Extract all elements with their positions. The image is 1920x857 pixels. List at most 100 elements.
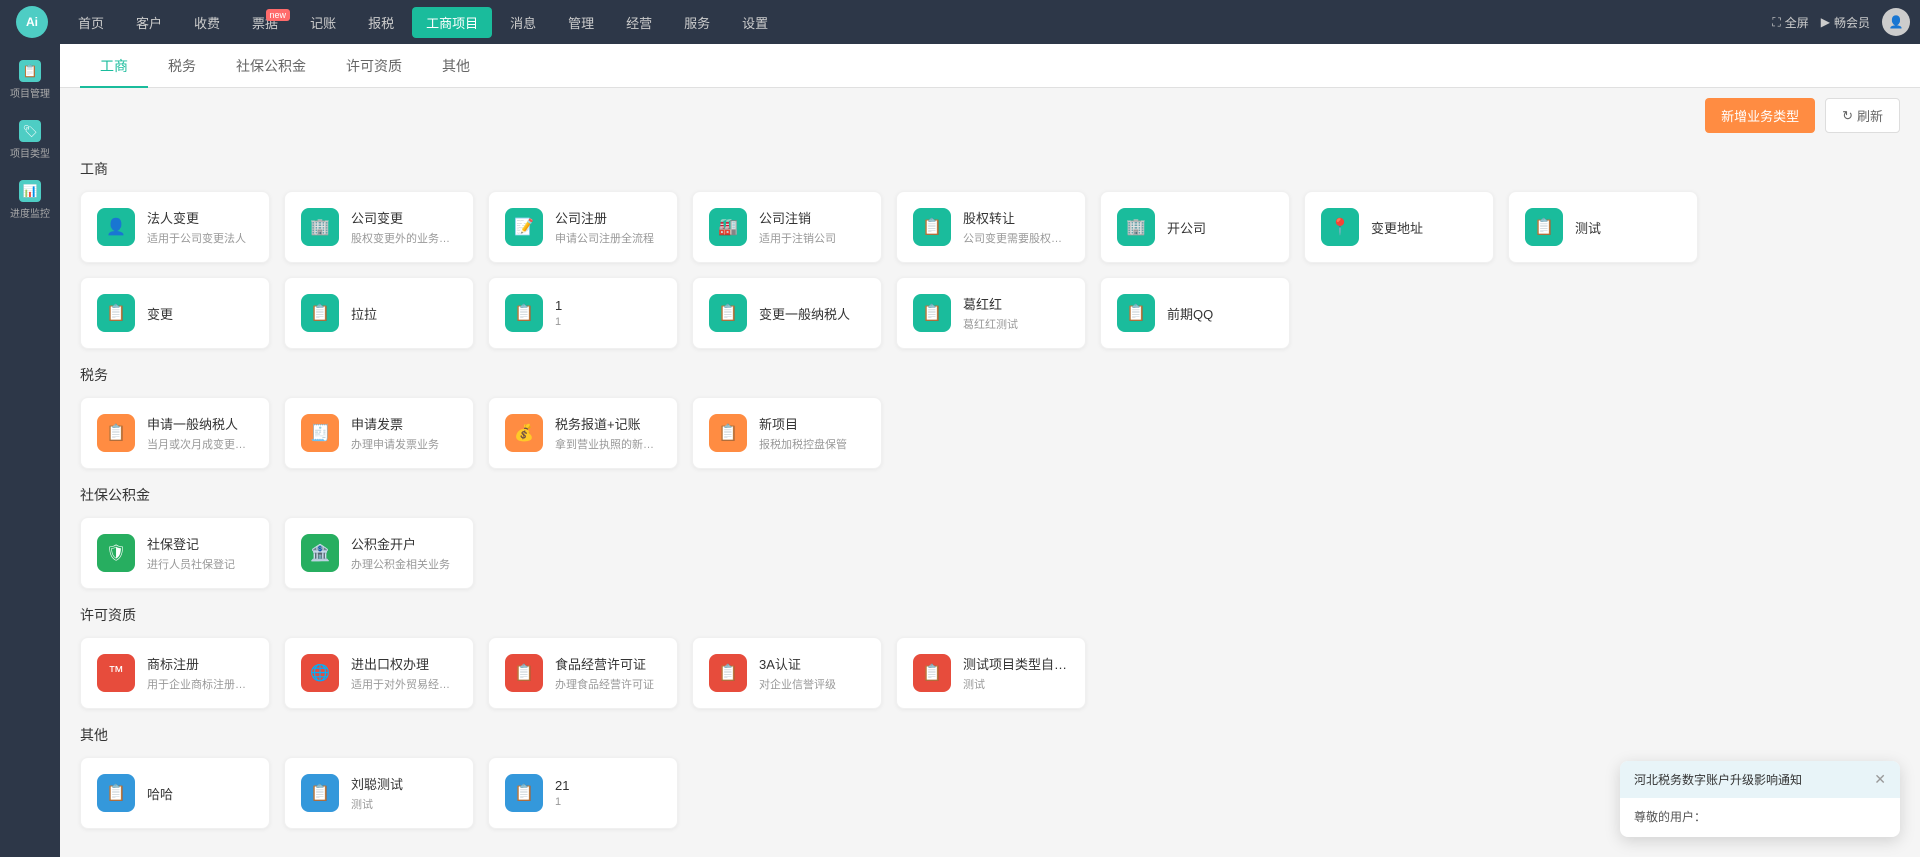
tab-税务[interactable]: 税务 — [148, 46, 216, 88]
notif-title: 河北税务数字账户升级影响通知 — [1634, 771, 1802, 788]
service-card[interactable]: 💰 税务报道+记账拿到营业执照的新公司 — [488, 397, 678, 469]
nav-item-报税[interactable]: 报税 — [354, 7, 408, 38]
refresh-button[interactable]: ↻ 刷新 — [1825, 98, 1900, 133]
card-text: 变更一般纳税人 — [759, 304, 865, 323]
tab-bar: 工商税务社保公积金许可资质其他 — [60, 44, 1920, 88]
service-card[interactable]: 🧾申请发票办理申请发票业务 — [284, 397, 474, 469]
nav-item-票据[interactable]: 票据new — [238, 7, 292, 38]
card-text: 变更地址 — [1371, 218, 1477, 237]
service-card[interactable]: 🏦公积金开户办理公积金相关业务 — [284, 517, 474, 589]
service-card[interactable]: 🏭公司注销适用于注销公司 — [692, 191, 882, 263]
section-title-其他: 其他 — [80, 725, 1900, 745]
service-card[interactable]: 📋哈哈 — [80, 757, 270, 829]
card-text: 法人变更适用于公司变更法人 — [147, 208, 253, 246]
service-card[interactable]: 📋3A认证对企业信誉评级 — [692, 637, 882, 709]
service-card[interactable]: 🏢开公司 — [1100, 191, 1290, 263]
card-title: 21 — [555, 778, 661, 793]
nav-item-首页[interactable]: 首页 — [64, 7, 118, 38]
nav-item-记账[interactable]: 记账 — [296, 7, 350, 38]
card-desc: 办理公积金相关业务 — [351, 556, 457, 572]
service-card[interactable]: 📋测试项目类型自定义测试 — [896, 637, 1086, 709]
service-card[interactable]: 📋变更一般纳税人 — [692, 277, 882, 349]
card-title: 公司注册 — [555, 208, 661, 227]
section-title-社保公积金: 社保公积金 — [80, 485, 1900, 505]
card-text: 3A认证对企业信誉评级 — [759, 654, 865, 692]
sidebar-icon: 🏷 — [19, 120, 41, 142]
service-card[interactable]: 📋申请一般纳税人当月或次月成变更完成 — [80, 397, 270, 469]
card-text: 股权转让公司变更需要股权转让 — [963, 208, 1069, 246]
tab-许可资质[interactable]: 许可资质 — [326, 46, 422, 88]
service-card[interactable]: 📋新项目报税加税控盘保管 — [692, 397, 882, 469]
tab-社保公积金[interactable]: 社保公积金 — [216, 46, 326, 88]
card-text: 社保登记进行人员社保登记 — [147, 534, 253, 572]
top-nav: Ai 首页客户收费票据new记账报税工商项目消息管理经营服务设置 ⛶ 全屏 ▶ … — [0, 0, 1920, 44]
service-card[interactable]: 📝公司注册申请公司注册全流程 — [488, 191, 678, 263]
fullscreen-btn[interactable]: ⛶ 全屏 — [1772, 14, 1808, 31]
sidebar-item-项目管理[interactable]: 📋项目管理 — [4, 54, 56, 106]
service-card[interactable]: 📋变更 — [80, 277, 270, 349]
nav-item-消息[interactable]: 消息 — [496, 7, 550, 38]
card-icon: 📋 — [97, 774, 135, 812]
card-icon: 🛡 — [97, 534, 135, 572]
card-text: 公积金开户办理公积金相关业务 — [351, 534, 457, 572]
content-area: 工商👤法人变更适用于公司变更法人🏢公司变更股权变更外的业务变更📝公司注册申请公司… — [60, 159, 1920, 849]
fullscreen-icon: ⛶ — [1772, 15, 1780, 30]
service-card[interactable]: 🏢公司变更股权变更外的业务变更 — [284, 191, 474, 263]
new-type-button[interactable]: 新增业务类型 — [1705, 98, 1815, 133]
card-text: 刘聪测试测试 — [351, 774, 457, 812]
nav-item-客户[interactable]: 客户 — [122, 7, 176, 38]
service-card[interactable]: ™商标注册用于企业商标注册服务 — [80, 637, 270, 709]
card-desc: 办理食品经营许可证 — [555, 676, 661, 692]
refresh-icon: ↻ — [1842, 108, 1853, 124]
nav-item-工商项目[interactable]: 工商项目 — [412, 7, 492, 38]
service-card[interactable]: 📋 测试 — [1508, 191, 1698, 263]
service-card[interactable]: 📋11 — [488, 277, 678, 349]
service-card[interactable]: 📋前期QQ — [1100, 277, 1290, 349]
nav-item-管理[interactable]: 管理 — [554, 7, 608, 38]
nav-item-设置[interactable]: 设置 — [728, 7, 782, 38]
card-icon: 📋 — [301, 774, 339, 812]
service-card[interactable]: 📋 刘聪测试测试 — [284, 757, 474, 829]
card-icon: ™ — [97, 654, 135, 692]
card-title: 变更一般纳税人 — [759, 304, 865, 323]
tab-工商[interactable]: 工商 — [80, 46, 148, 88]
service-card[interactable]: 👤法人变更适用于公司变更法人 — [80, 191, 270, 263]
card-title: 法人变更 — [147, 208, 253, 227]
card-desc: 当月或次月成变更完成 — [147, 436, 253, 452]
sidebar-item-进度监控[interactable]: 📊进度监控 — [4, 174, 56, 226]
card-icon: 💰 — [505, 414, 543, 452]
service-card[interactable]: 📍变更地址 — [1304, 191, 1494, 263]
service-card[interactable]: 📋食品经营许可证办理食品经营许可证 — [488, 637, 678, 709]
action-bar: 新增业务类型 ↻ 刷新 — [60, 88, 1920, 143]
service-card[interactable]: 📋211 — [488, 757, 678, 829]
sidebar-item-项目类型[interactable]: 🏷项目类型 — [4, 114, 56, 166]
sidebar-label: 进度监控 — [10, 205, 50, 220]
card-text: 税务报道+记账拿到营业执照的新公司 — [555, 414, 661, 452]
card-title: 公司注销 — [759, 208, 865, 227]
card-text: 葛红红葛红红测试 — [963, 294, 1069, 332]
logo[interactable]: Ai — [10, 0, 54, 44]
service-card[interactable]: 📋拉拉 — [284, 277, 474, 349]
service-card[interactable]: 🛡 社保登记进行人员社保登记 — [80, 517, 270, 589]
card-title: 测试 — [1575, 218, 1681, 237]
card-text: 拉拉 — [351, 304, 457, 323]
nav-item-经营[interactable]: 经营 — [612, 7, 666, 38]
card-desc: 适用于对外贸易经营者 — [351, 676, 457, 692]
tab-其他[interactable]: 其他 — [422, 46, 490, 88]
nav-badge: new — [266, 9, 291, 21]
avatar[interactable]: 👤 — [1882, 8, 1910, 36]
nav-item-收费[interactable]: 收费 — [180, 7, 234, 38]
service-card[interactable]: 🌐进出口权办理适用于对外贸易经营者 — [284, 637, 474, 709]
service-card[interactable]: 📋葛红红葛红红测试 — [896, 277, 1086, 349]
card-icon: 🌐 — [301, 654, 339, 692]
service-card[interactable]: 📋股权转让公司变更需要股权转让 — [896, 191, 1086, 263]
nav-item-服务[interactable]: 服务 — [670, 7, 724, 38]
card-grid-社保公积金: 🛡 社保登记进行人员社保登记 🏦公积金开户办理公积金相关业务 — [80, 517, 1900, 589]
nav-right: ⛶ 全屏 ▶ 畅会员 👤 — [1772, 8, 1910, 36]
vip-btn[interactable]: ▶ 畅会员 — [1821, 14, 1870, 31]
card-title: 拉拉 — [351, 304, 457, 323]
card-icon: 📋 — [1525, 208, 1563, 246]
card-icon: 📋 — [1117, 294, 1155, 332]
notif-close-button[interactable]: ✕ — [1874, 771, 1886, 788]
sidebar-icon: 📋 — [19, 60, 41, 82]
